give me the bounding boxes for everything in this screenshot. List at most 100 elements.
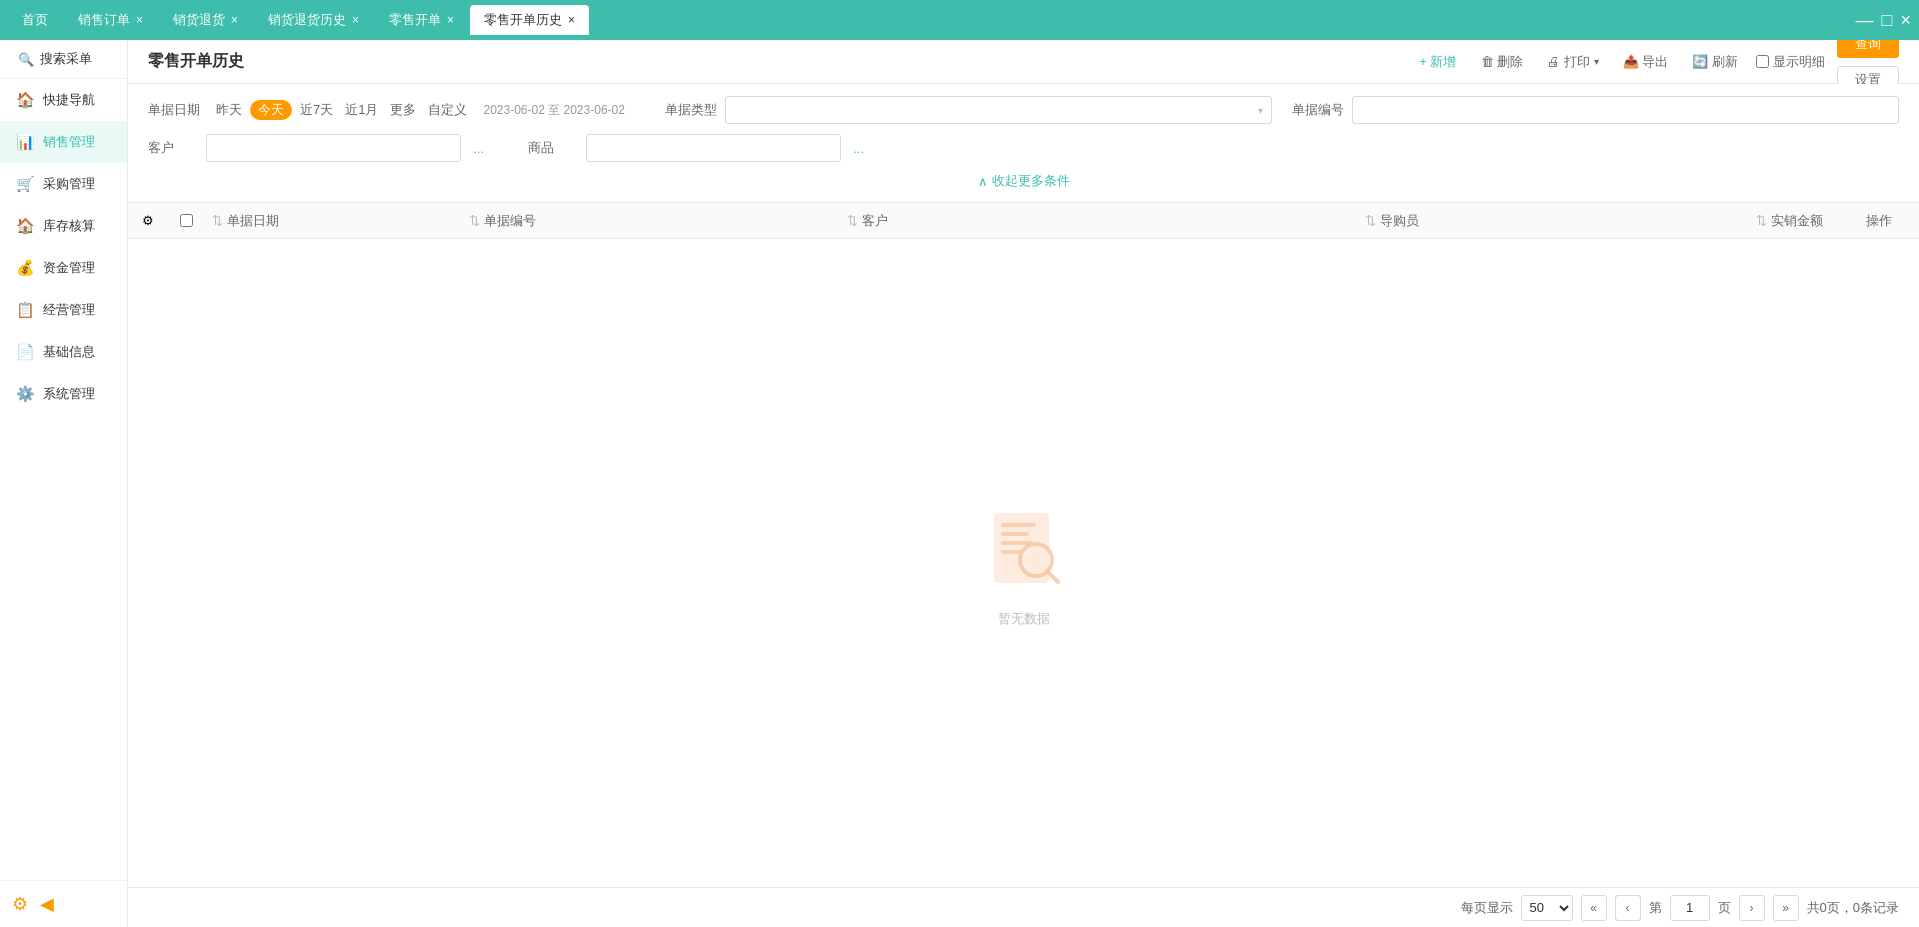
tab-sales-order[interactable]: 销售订单 × [64, 5, 157, 35]
window-close-icon[interactable]: × [1900, 10, 1911, 31]
print-dropdown-icon[interactable]: ▾ [1594, 56, 1599, 67]
refresh-button[interactable]: 🔄 刷新 [1686, 50, 1744, 74]
filter-row-date: 单据日期 昨天 今天 近7天 近1月 更多 自定义 2023-06-02 至 2… [148, 96, 1899, 124]
type-select[interactable]: ▾ [725, 96, 1272, 124]
sort-icon: ⇅ [1365, 213, 1376, 228]
prev-page-btn[interactable]: ‹ [1615, 895, 1641, 921]
close-icon[interactable]: × [352, 13, 359, 27]
page-number-input[interactable] [1670, 895, 1710, 921]
filter-item-num: 单据编号 [1292, 96, 1899, 124]
sidebar-item-finance[interactable]: 💰 资金管理 [0, 247, 127, 289]
sidebar-item-label: 销售管理 [43, 133, 95, 151]
sidebar-item-basic-info[interactable]: 📄 基础信息 [0, 331, 127, 373]
svg-rect-4 [1001, 550, 1021, 554]
date-filter-buttons: 昨天 今天 近7天 近1月 更多 自定义 2023-06-02 至 2023-0… [212, 100, 625, 120]
collapse-bar[interactable]: ∧ 收起更多条件 [148, 172, 1899, 190]
sidebar-item-label: 快捷导航 [43, 91, 95, 109]
display-detail-toggle[interactable]: 显示明细 [1756, 53, 1825, 71]
page-header: 零售开单历史 + 新增 🗑 删除 🖨 打印 ▾ 📤 导出 🔄 刷新 [128, 40, 1919, 84]
filter-row-customer-goods: 客户 ... 商品 ... [148, 134, 1899, 162]
tab-retail-open[interactable]: 零售开单 × [375, 5, 468, 35]
sidebar-item-label: 系统管理 [43, 385, 95, 403]
sidebar-item-label: 资金管理 [43, 259, 95, 277]
sidebar-item-sys-mgmt[interactable]: ⚙️ 系统管理 [0, 373, 127, 415]
add-button[interactable]: + 新增 [1413, 50, 1462, 74]
print-button[interactable]: 🖨 打印 ▾ [1541, 50, 1605, 74]
svg-rect-1 [1001, 523, 1036, 527]
minimize-icon[interactable]: — [1856, 10, 1874, 31]
customer-filter-input[interactable] [206, 134, 461, 162]
sidebar-item-label: 基础信息 [43, 343, 95, 361]
date-btn-custom[interactable]: 自定义 [424, 100, 471, 120]
query-button[interactable]: 查询 [1837, 40, 1899, 58]
tab-sales-return-history[interactable]: 销货退货历史 × [254, 5, 373, 35]
sidebar-item-operation[interactable]: 📋 经营管理 [0, 289, 127, 331]
sidebar-item-inventory[interactable]: 🏠 库存核算 [0, 205, 127, 247]
settings-bottom-icon[interactable]: ⚙ [12, 893, 28, 915]
date-btn-1month[interactable]: 近1月 [341, 100, 382, 120]
date-btn-yesterday[interactable]: 昨天 [212, 100, 246, 120]
date-filter-label: 单据日期 [148, 101, 208, 119]
num-filter-input[interactable] [1352, 96, 1899, 124]
sidebar-item-quick-nav[interactable]: 🏠 快捷导航 [0, 79, 127, 121]
tab-retail-history[interactable]: 零售开单历史 × [470, 5, 589, 35]
date-btn-today[interactable]: 今天 [250, 100, 292, 120]
empty-text: 暂无数据 [998, 610, 1050, 628]
num-filter-label: 单据编号 [1292, 101, 1344, 119]
sidebar-item-sales-mgmt[interactable]: 📊 销售管理 [0, 121, 127, 163]
filter-item-customer: 客户 ... [148, 134, 488, 162]
display-detail-checkbox[interactable] [1756, 55, 1769, 68]
table-settings-btn[interactable]: ⚙ [128, 213, 168, 228]
operation-icon: 📋 [16, 301, 35, 319]
close-icon[interactable]: × [447, 13, 454, 27]
finance-icon: 💰 [16, 259, 35, 277]
table-check-all[interactable] [168, 214, 204, 227]
th-action: 操作 [1839, 212, 1919, 230]
sort-icon: ⇅ [847, 213, 858, 228]
main-layout: 🔍 搜索采单 🏠 快捷导航 📊 销售管理 🛒 采购管理 🏠 库存核算 💰 资金管… [0, 40, 1919, 927]
tab-sales-return[interactable]: 销货退货 × [159, 5, 252, 35]
sidebar-bottom: ⚙ ◀ [0, 880, 127, 927]
filter-item-goods: 商品 ... [528, 134, 868, 162]
next-page-btn[interactable]: › [1739, 895, 1765, 921]
page-suffix: 页 [1718, 899, 1731, 917]
customer-filter-label: 客户 [148, 139, 198, 157]
per-page-label: 每页显示 [1461, 899, 1513, 917]
tab-bar: 首页 销售订单 × 销货退货 × 销货退货历史 × 零售开单 × 零售开单历史 … [0, 0, 1919, 40]
sidebar-item-label: 采购管理 [43, 175, 95, 193]
maximize-icon[interactable]: □ [1882, 10, 1893, 31]
th-num[interactable]: ⇅ 单据编号 [461, 212, 839, 230]
select-all-checkbox[interactable] [180, 214, 193, 227]
close-icon[interactable]: × [231, 13, 238, 27]
delete-button[interactable]: 🗑 删除 [1475, 50, 1530, 74]
close-icon[interactable]: × [568, 13, 575, 27]
collapse-up-icon: ∧ [978, 174, 988, 189]
th-amount[interactable]: ⇅ 实销金额 [1614, 212, 1839, 230]
date-btn-more[interactable]: 更多 [386, 100, 420, 120]
export-button[interactable]: 📤 导出 [1617, 50, 1675, 74]
pagination: 每页显示 50 10 20 100 « ‹ 第 页 › » 共0页，0条记录 [128, 887, 1919, 927]
sidebar: 🔍 搜索采单 🏠 快捷导航 📊 销售管理 🛒 采购管理 🏠 库存核算 💰 资金管… [0, 40, 128, 927]
filter-item-type: 单据类型 ▾ [665, 96, 1272, 124]
close-icon[interactable]: × [136, 13, 143, 27]
sidebar-search[interactable]: 🔍 搜索采单 [0, 40, 127, 79]
last-page-btn[interactable]: » [1773, 895, 1799, 921]
th-customer[interactable]: ⇅ 客户 [839, 212, 1357, 230]
th-date[interactable]: ⇅ 单据日期 [204, 212, 461, 230]
filter-group-type-num: 单据类型 ▾ 单据编号 [665, 96, 1899, 124]
date-btn-7days[interactable]: 近7天 [296, 100, 337, 120]
chart-icon: 📊 [16, 133, 35, 151]
collapse-sidebar-icon[interactable]: ◀ [40, 893, 54, 915]
content-area: 零售开单历史 + 新增 🗑 删除 🖨 打印 ▾ 📤 导出 🔄 刷新 [128, 40, 1919, 927]
th-guide[interactable]: ⇅ 导购员 [1357, 212, 1614, 230]
dropdown-icon: ▾ [1258, 105, 1263, 116]
home-icon: 🏠 [16, 91, 35, 109]
page-label: 第 [1649, 899, 1662, 917]
page-size-select[interactable]: 50 10 20 100 [1521, 895, 1573, 921]
sidebar-item-purchase-mgmt[interactable]: 🛒 采购管理 [0, 163, 127, 205]
customer-ellipsis-btn[interactable]: ... [469, 141, 488, 156]
goods-filter-input[interactable] [586, 134, 841, 162]
goods-ellipsis-btn[interactable]: ... [849, 141, 868, 156]
tab-home[interactable]: 首页 [8, 5, 62, 35]
first-page-btn[interactable]: « [1581, 895, 1607, 921]
